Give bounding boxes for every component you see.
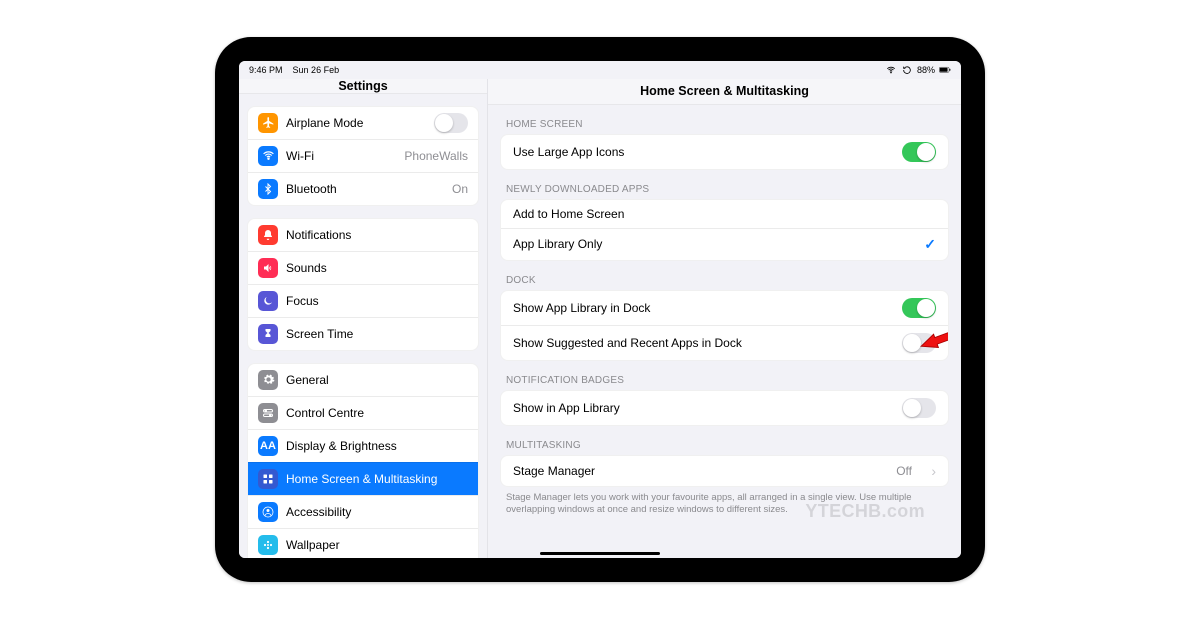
status-bar: 9:46 PM Sun 26 Feb 88%	[239, 61, 961, 79]
sidebar-item-sounds[interactable]: Sounds	[248, 251, 478, 284]
pointer-arrow-icon	[918, 332, 949, 361]
libdock-label: Show App Library in Dock	[513, 301, 894, 315]
check-icon: ✓	[924, 236, 936, 253]
setting-row-largeicons[interactable]: Use Large App Icons	[501, 135, 948, 169]
setting-row-badgelib[interactable]: Show in App Library	[501, 391, 948, 425]
ipad-screen: 9:46 PM Sun 26 Feb 88% Settings Airplane…	[239, 61, 961, 558]
sidebar-item-wallpaper[interactable]: Wallpaper	[248, 528, 478, 558]
sidebar-title: Settings	[239, 79, 487, 94]
sidebar-item-homescreen[interactable]: Home Screen & Multitasking	[248, 462, 478, 495]
section-group: Add to Home Screen App Library Only ✓	[500, 199, 949, 261]
content-panel: Home Screen & Multitasking Home Screen U…	[487, 79, 961, 558]
display-label: Display & Brightness	[286, 439, 468, 453]
section-header: Multitasking	[506, 440, 943, 451]
airplane-icon	[258, 113, 278, 133]
section-footer: Stage Manager lets you work with your fa…	[506, 492, 943, 517]
badgelib-label: Show in App Library	[513, 401, 894, 415]
section-group: Show App Library in Dock Show Suggested …	[500, 290, 949, 361]
sidebar-item-screentime[interactable]: Screen Time	[248, 317, 478, 350]
setting-row-recents[interactable]: Show Suggested and Recent Apps in Dock	[501, 325, 948, 360]
accessibility-label: Accessibility	[286, 505, 468, 519]
screentime-label: Screen Time	[286, 327, 468, 341]
general-label: General	[286, 373, 468, 387]
chevron-right-icon: ›	[931, 463, 936, 479]
focus-label: Focus	[286, 294, 468, 308]
addhome-label: Add to Home Screen	[513, 207, 936, 221]
stage-value: Off	[896, 464, 912, 478]
bluetooth-icon	[258, 179, 278, 199]
sounds-label: Sounds	[286, 261, 468, 275]
sidebar-item-general[interactable]: General	[248, 364, 478, 396]
airplane-label: Airplane Mode	[286, 116, 426, 130]
status-right: 88%	[885, 65, 951, 75]
flower-icon	[258, 535, 278, 555]
status-time-date: 9:46 PM Sun 26 Feb	[249, 65, 339, 75]
wifi-label: Wi-Fi	[286, 149, 396, 163]
battery-percent: 88%	[917, 65, 935, 75]
home-indicator[interactable]	[540, 552, 660, 555]
sidebar-item-display[interactable]: AA Display & Brightness	[248, 429, 478, 462]
content-title: Home Screen & Multitasking	[488, 79, 961, 105]
bluetooth-value: On	[452, 182, 468, 196]
section-header: Dock	[506, 275, 943, 286]
bluetooth-label: Bluetooth	[286, 182, 444, 196]
grid-icon	[258, 469, 278, 489]
rotation-lock-icon	[901, 65, 913, 75]
status-date: Sun 26 Feb	[293, 65, 340, 75]
battery-icon	[939, 65, 951, 75]
sidebar: Settings Airplane Mode Wi-Fi PhoneWalls …	[239, 79, 487, 558]
airplane-toggle[interactable]	[434, 113, 468, 133]
setting-row-libdock[interactable]: Show App Library in Dock	[501, 291, 948, 325]
wifi-value: PhoneWalls	[404, 149, 468, 163]
sidebar-item-focus[interactable]: Focus	[248, 284, 478, 317]
section-header: Newly Downloaded Apps	[506, 184, 943, 195]
gear-icon	[258, 370, 278, 390]
sidebar-item-controlcentre[interactable]: Control Centre	[248, 396, 478, 429]
homescreen-label: Home Screen & Multitasking	[286, 472, 468, 486]
largeicons-label: Use Large App Icons	[513, 145, 894, 159]
split-container: Settings Airplane Mode Wi-Fi PhoneWalls …	[239, 79, 961, 558]
setting-row-libonly[interactable]: App Library Only ✓	[501, 228, 948, 260]
sidebar-item-wifi[interactable]: Wi-Fi PhoneWalls	[248, 139, 478, 172]
stage-label: Stage Manager	[513, 464, 888, 478]
section-header: Notification Badges	[506, 375, 943, 386]
libdock-toggle[interactable]	[902, 298, 936, 318]
notifications-label: Notifications	[286, 228, 468, 242]
section-group: Use Large App Icons	[500, 134, 949, 170]
sidebar-item-accessibility[interactable]: Accessibility	[248, 495, 478, 528]
sidebar-item-notifications[interactable]: Notifications	[248, 219, 478, 251]
hourglass-icon	[258, 324, 278, 344]
controlcentre-label: Control Centre	[286, 406, 468, 420]
wifi-icon	[258, 146, 278, 166]
setting-row-stage[interactable]: Stage Manager Off ›	[501, 456, 948, 486]
largeicons-toggle[interactable]	[902, 142, 936, 162]
switches-icon	[258, 403, 278, 423]
speaker-icon	[258, 258, 278, 278]
section-group: Show in App Library	[500, 390, 949, 426]
person-icon	[258, 502, 278, 522]
status-time: 9:46 PM	[249, 65, 283, 75]
wallpaper-label: Wallpaper	[286, 538, 468, 552]
section-group: Stage Manager Off ›	[500, 455, 949, 487]
aa-icon: AA	[258, 436, 278, 456]
wifi-icon	[885, 65, 897, 75]
moon-icon	[258, 291, 278, 311]
bell-icon	[258, 225, 278, 245]
ipad-frame: 9:46 PM Sun 26 Feb 88% Settings Airplane…	[215, 37, 985, 582]
libonly-label: App Library Only	[513, 237, 916, 251]
setting-row-addhome[interactable]: Add to Home Screen	[501, 200, 948, 228]
badgelib-toggle[interactable]	[902, 398, 936, 418]
section-header: Home Screen	[506, 119, 943, 130]
sidebar-item-airplane[interactable]: Airplane Mode	[248, 107, 478, 139]
sidebar-item-bluetooth[interactable]: Bluetooth On	[248, 172, 478, 205]
recents-label: Show Suggested and Recent Apps in Dock	[513, 336, 894, 350]
